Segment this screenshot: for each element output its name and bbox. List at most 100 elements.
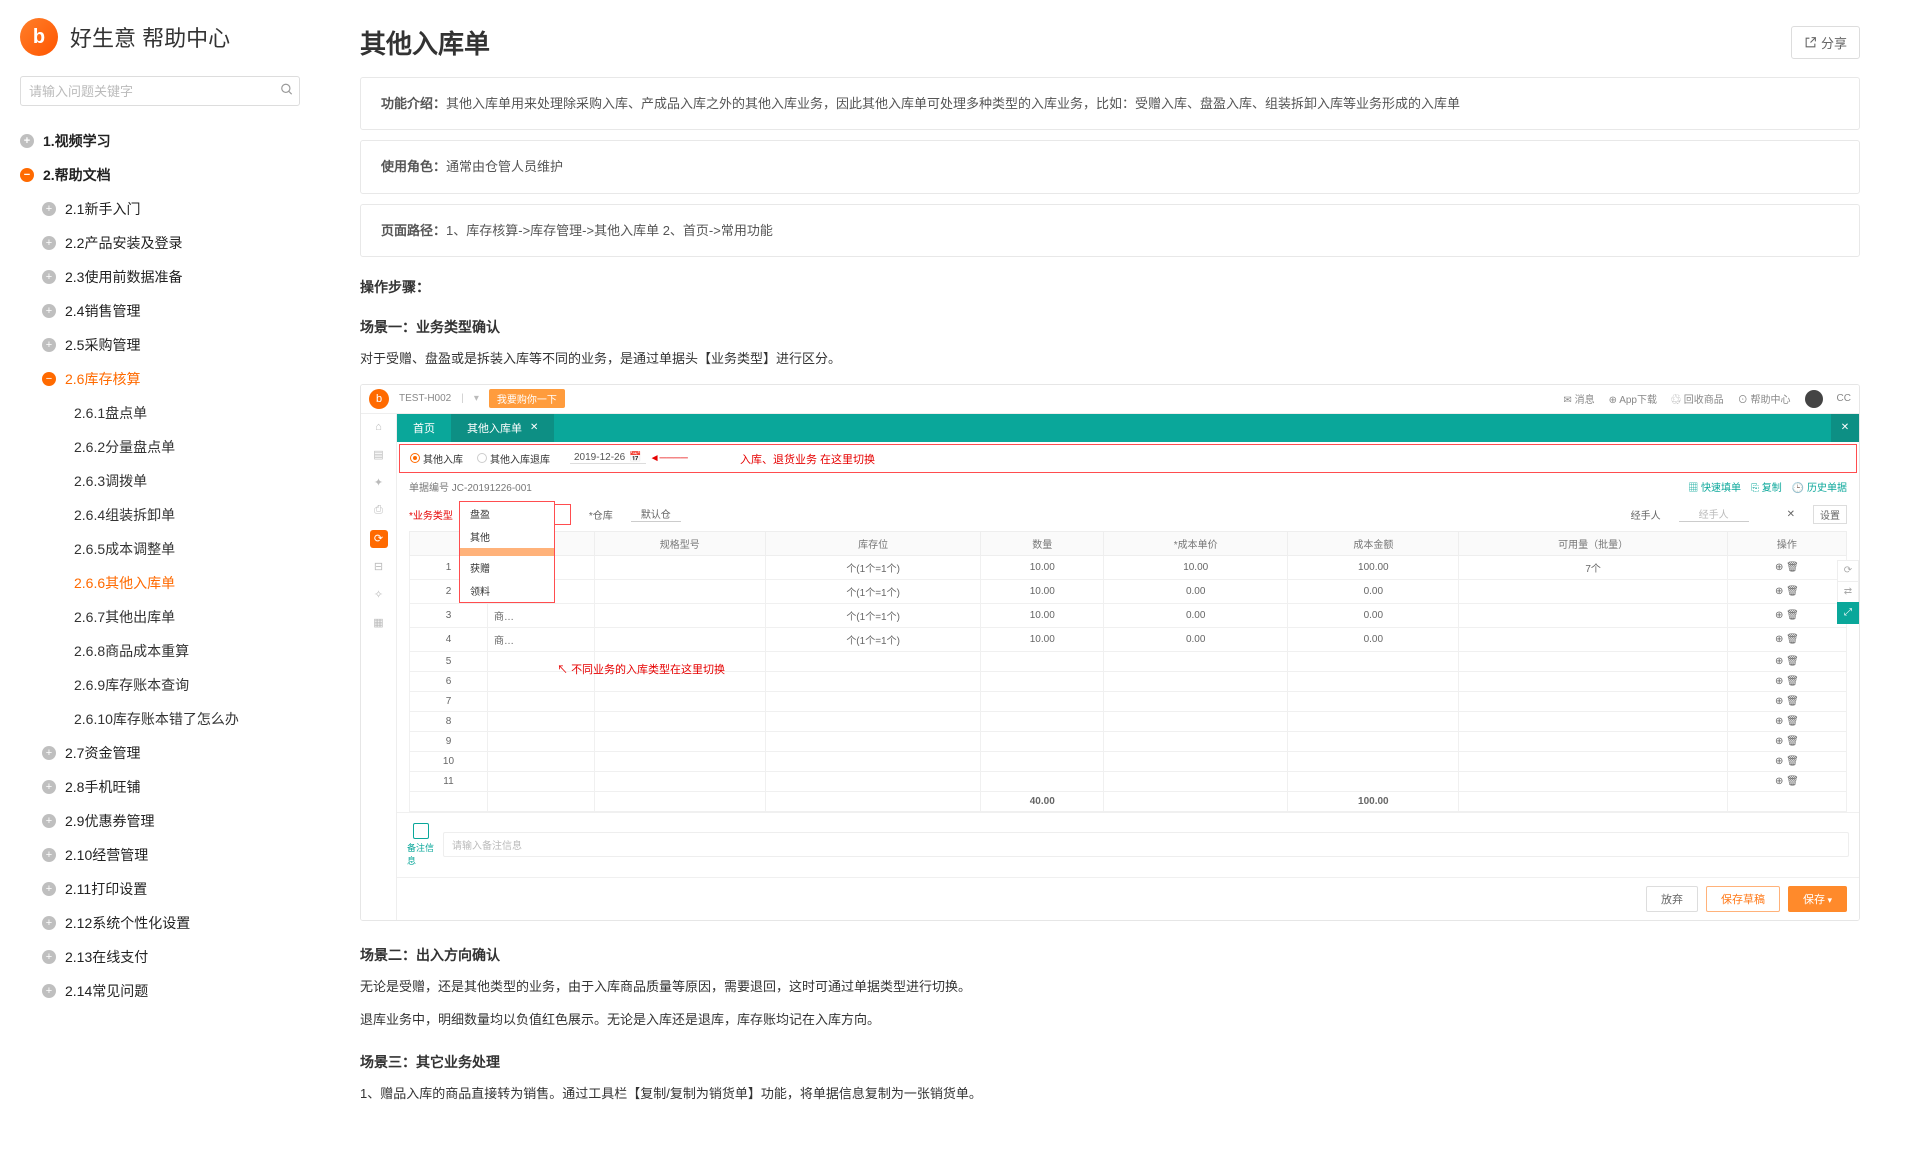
search-input[interactable] bbox=[20, 76, 300, 106]
nav-item[interactable]: +2.7资金管理 bbox=[20, 736, 300, 770]
nav-item[interactable]: +2.5采购管理 bbox=[20, 328, 300, 362]
panel-path: 页面路径：1、库存核算->库存管理->其他入库单 2、首页->常用功能 bbox=[360, 204, 1860, 257]
nav-item[interactable]: +2.12系统个性化设置 bbox=[20, 906, 300, 940]
warehouse-field[interactable]: 默认仓 bbox=[631, 506, 681, 522]
nav-item[interactable]: +2.2产品安装及登录 bbox=[20, 226, 300, 260]
table-row[interactable]: 8⊕ 🗑 bbox=[410, 711, 1847, 731]
table-row[interactable]: 11⊕ 🗑 bbox=[410, 771, 1847, 791]
memo-icon: 备注信息 bbox=[407, 823, 435, 867]
nav-item-label: 2.6库存核算 bbox=[65, 369, 140, 389]
msg-icon[interactable]: ✉ 消息 bbox=[1563, 391, 1594, 406]
tab-close-all[interactable]: ✕ bbox=[1831, 414, 1859, 442]
minus-icon: − bbox=[20, 168, 34, 182]
search-button[interactable] bbox=[280, 83, 294, 100]
sidebar: b 好生意 帮助中心 +1.视频学习−2.帮助文档+2.1新手入门+2.2产品安… bbox=[0, 0, 320, 1155]
table-row[interactable]: 1商…个(1个=1个)10.0010.00100.007个⊕ 🗑 bbox=[410, 555, 1847, 579]
nav-icon-7[interactable]: ▦ bbox=[370, 614, 388, 632]
tool-icon-2[interactable]: ⇄ bbox=[1837, 581, 1859, 603]
nav-item[interactable]: 2.6.9库存账本查询 bbox=[20, 668, 300, 702]
table-row[interactable]: 3商…个(1个=1个)10.000.000.00⊕ 🗑 bbox=[410, 603, 1847, 627]
nav-item[interactable]: −2.帮助文档 bbox=[20, 158, 300, 192]
save-draft-button[interactable]: 保存草稿 bbox=[1706, 886, 1780, 912]
settings-btn[interactable]: 设置 bbox=[1813, 505, 1847, 524]
plus-icon: + bbox=[42, 270, 56, 284]
col-header: 可用量（批量） bbox=[1459, 531, 1727, 555]
tab-active[interactable]: 其他入库单✕ bbox=[451, 414, 554, 442]
steps-heading: 操作步骤： bbox=[360, 277, 1860, 297]
tool-icon-3[interactable]: ⤢ bbox=[1837, 602, 1859, 624]
quick-fill-link[interactable]: ▦ 快速填单 bbox=[1688, 479, 1741, 494]
actions-row: 放弃 保存草稿 保存 bbox=[397, 877, 1859, 920]
nav-item[interactable]: 2.6.3调拨单 bbox=[20, 464, 300, 498]
nav-item[interactable]: +2.10经营管理 bbox=[20, 838, 300, 872]
app-download-link[interactable]: ⊕ App下载 bbox=[1609, 391, 1657, 406]
nav-item[interactable]: 2.6.8商品成本重算 bbox=[20, 634, 300, 668]
nav-item[interactable]: 2.6.6其他入库单 bbox=[20, 566, 300, 600]
nav-icon-2[interactable]: ✦ bbox=[370, 474, 388, 492]
nav-item-label: 2.4销售管理 bbox=[65, 301, 140, 321]
nav-item[interactable]: 2.6.1盘点单 bbox=[20, 396, 300, 430]
nav-item[interactable]: 2.6.2分量盘点单 bbox=[20, 430, 300, 464]
nav-item[interactable]: +2.3使用前数据准备 bbox=[20, 260, 300, 294]
table-row[interactable]: 7⊕ 🗑 bbox=[410, 691, 1847, 711]
nav-item[interactable]: +2.8手机旺铺 bbox=[20, 770, 300, 804]
nav-item[interactable]: 2.6.10库存账本错了怎么办 bbox=[20, 702, 300, 736]
nav-item[interactable]: +2.4销售管理 bbox=[20, 294, 300, 328]
plus-icon: + bbox=[42, 202, 56, 216]
table-row[interactable]: 2商…个(1个=1个)10.000.000.00⊕ 🗑 bbox=[410, 579, 1847, 603]
scene3-heading: 场景三：其它业务处理 bbox=[360, 1052, 1860, 1072]
plus-icon: + bbox=[42, 916, 56, 930]
share-button[interactable]: 分享 bbox=[1791, 26, 1860, 59]
promo-button[interactable]: 我要购你一下 bbox=[489, 389, 565, 408]
radio-return[interactable]: 其他入库退库 bbox=[477, 451, 550, 466]
nav-item[interactable]: +2.14常见问题 bbox=[20, 974, 300, 1008]
nav-item[interactable]: +2.1新手入门 bbox=[20, 192, 300, 226]
help-link[interactable]: ⊙ 帮助中心 bbox=[1738, 391, 1791, 406]
nav-item[interactable]: 2.6.5成本调整单 bbox=[20, 532, 300, 566]
user-name: CC bbox=[1837, 393, 1851, 404]
nav-item-label: 2.7资金管理 bbox=[65, 743, 140, 763]
nav-icon-home[interactable]: ⌂ bbox=[370, 418, 388, 436]
nav-icon-1[interactable]: ▤ bbox=[370, 446, 388, 464]
biz-type-dropdown[interactable]: 盘盈 其他 获赠 领料 bbox=[459, 501, 555, 603]
nav-icon-5[interactable]: ⊟ bbox=[370, 558, 388, 576]
nav-item[interactable]: +2.9优惠券管理 bbox=[20, 804, 300, 838]
table-row[interactable]: 4商…个(1个=1个)10.000.000.00⊕ 🗑 bbox=[410, 627, 1847, 651]
tab-home[interactable]: 首页 bbox=[397, 414, 451, 442]
nav-item-label: 2.6.10库存账本错了怎么办 bbox=[74, 709, 239, 729]
table-row[interactable]: 10⊕ 🗑 bbox=[410, 751, 1847, 771]
save-button[interactable]: 保存 bbox=[1788, 886, 1847, 912]
nav-item-label: 2.1新手入门 bbox=[65, 199, 140, 219]
nav-item-label: 2.6.9库存账本查询 bbox=[74, 675, 189, 695]
history-link[interactable]: 🕒 历史单据 bbox=[1792, 479, 1847, 494]
memo-input[interactable]: 请输入备注信息 bbox=[443, 832, 1849, 857]
avatar-icon[interactable] bbox=[1805, 390, 1823, 408]
panel-role: 使用角色：通常由仓管人员维护 bbox=[360, 140, 1860, 193]
table-row[interactable]: 9⊕ 🗑 bbox=[410, 731, 1847, 751]
nav-item[interactable]: 2.6.7其他出库单 bbox=[20, 600, 300, 634]
nav-item-label: 2.9优惠券管理 bbox=[65, 811, 154, 831]
right-toolbar: ⟳ ⇄ ⤢ bbox=[1837, 561, 1859, 624]
date-field[interactable]: 2019-12-26 📅 bbox=[570, 452, 646, 464]
plus-icon: + bbox=[42, 338, 56, 352]
recycle-link[interactable]: ♲ 回收商品 bbox=[1671, 391, 1724, 406]
panel-intro: 功能介绍：其他入库单用来处理除采购入库、产成品入库之外的其他入库业务，因此其他入… bbox=[360, 77, 1860, 130]
discard-button[interactable]: 放弃 bbox=[1646, 886, 1698, 912]
nav-item[interactable]: 2.6.4组装拆卸单 bbox=[20, 498, 300, 532]
nav-item[interactable]: +2.11打印设置 bbox=[20, 872, 300, 906]
shot-topbar: b TEST-H002 | ▾ 我要购你一下 ✉ 消息 ⊕ App下载 ♲ 回收… bbox=[361, 385, 1859, 414]
title-row: 其他入库单 分享 bbox=[360, 24, 1860, 61]
plus-icon: + bbox=[42, 984, 56, 998]
operator-field[interactable]: 经手人 bbox=[1679, 506, 1749, 522]
tool-icon-1[interactable]: ⟳ bbox=[1837, 560, 1859, 582]
nav-item[interactable]: −2.6库存核算 bbox=[20, 362, 300, 396]
nav-icon-6[interactable]: ✧ bbox=[370, 586, 388, 604]
plus-icon: + bbox=[42, 780, 56, 794]
nav-icon-3[interactable]: ⎙ bbox=[370, 502, 388, 520]
nav-item[interactable]: +2.13在线支付 bbox=[20, 940, 300, 974]
nav-icon-active[interactable]: ⟳ bbox=[370, 530, 388, 548]
nav-item[interactable]: +1.视频学习 bbox=[20, 124, 300, 158]
radio-inbound[interactable]: 其他入库 bbox=[410, 451, 463, 466]
copy-link[interactable]: ⎘ 复制 bbox=[1751, 479, 1782, 494]
scene3-line1: 1、赠品入库的商品直接转为销售。通过工具栏【复制/复制为销货单】功能，将单据信息… bbox=[360, 1082, 1860, 1107]
